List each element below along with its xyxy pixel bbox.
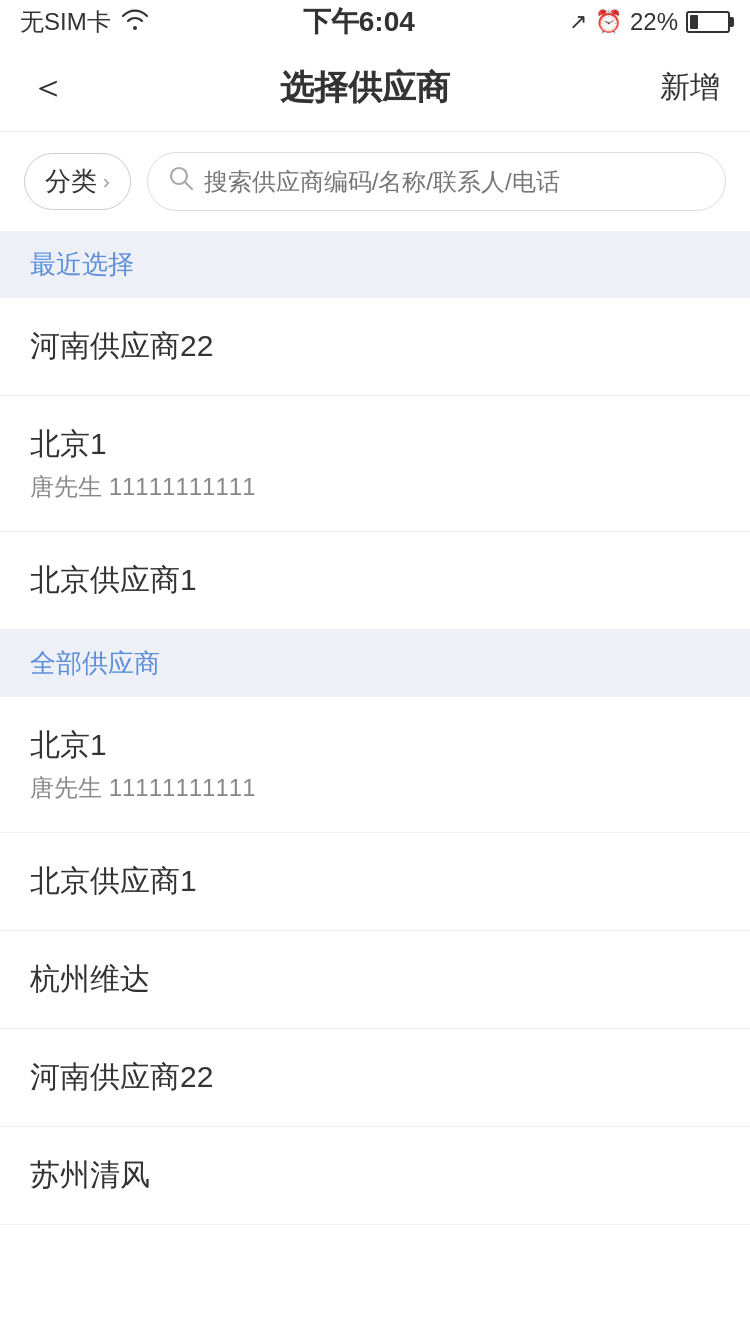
list-item[interactable]: 北京供应商1 <box>0 532 750 630</box>
category-button[interactable]: 分类 › <box>24 153 131 210</box>
battery-percent: 22% <box>630 8 678 36</box>
alarm-icon: ⏰ <box>595 9 622 35</box>
search-icon <box>168 165 194 198</box>
nav-bar: ＜ 选择供应商 新增 <box>0 44 750 132</box>
recent-section-header: 最近选择 <box>0 231 750 298</box>
item-name: 河南供应商22 <box>30 1057 720 1098</box>
list-item[interactable]: 北京供应商1 <box>0 833 750 931</box>
search-input[interactable] <box>204 168 705 196</box>
list-item[interactable]: 河南供应商22 <box>0 298 750 396</box>
add-button[interactable]: 新增 <box>640 67 720 108</box>
status-left: 无SIM卡 <box>20 6 149 38</box>
chevron-right-icon: › <box>103 170 110 193</box>
back-button[interactable]: ＜ <box>30 63 90 112</box>
list-item[interactable]: 北京1 唐先生 11111111111 <box>0 697 750 833</box>
wifi-icon <box>121 8 149 36</box>
item-name: 杭州维达 <box>30 959 720 1000</box>
filter-bar: 分类 › <box>0 132 750 231</box>
battery-icon <box>686 11 730 33</box>
all-list: 北京1 唐先生 11111111111 北京供应商1 杭州维达 河南供应商22 … <box>0 697 750 1225</box>
status-bar: 无SIM卡 下午6:04 ↗ ⏰ 22% <box>0 0 750 44</box>
all-section-header: 全部供应商 <box>0 630 750 697</box>
item-name: 河南供应商22 <box>30 326 720 367</box>
carrier-label: 无SIM卡 <box>20 6 111 38</box>
item-name: 苏州清风 <box>30 1155 720 1196</box>
search-box[interactable] <box>147 152 726 211</box>
item-name: 北京供应商1 <box>30 560 720 601</box>
item-sub: 唐先生 11111111111 <box>30 471 720 503</box>
item-name: 北京1 <box>30 424 720 465</box>
list-item[interactable]: 苏州清风 <box>0 1127 750 1225</box>
list-item[interactable]: 北京1 唐先生 11111111111 <box>0 396 750 532</box>
list-item[interactable]: 河南供应商22 <box>0 1029 750 1127</box>
all-section-title: 全部供应商 <box>30 648 160 678</box>
item-name: 北京1 <box>30 725 720 766</box>
item-sub: 唐先生 11111111111 <box>30 772 720 804</box>
status-time: 下午6:04 <box>303 3 415 41</box>
list-item[interactable]: 杭州维达 <box>0 931 750 1029</box>
recent-list: 河南供应商22 北京1 唐先生 11111111111 北京供应商1 <box>0 298 750 630</box>
status-right: ↗ ⏰ 22% <box>569 8 730 36</box>
item-name: 北京供应商1 <box>30 861 720 902</box>
location-icon: ↗ <box>569 9 587 35</box>
svg-line-1 <box>185 182 192 189</box>
recent-section-title: 最近选择 <box>30 249 134 279</box>
page-title: 选择供应商 <box>280 65 450 111</box>
category-label: 分类 <box>45 164 97 199</box>
